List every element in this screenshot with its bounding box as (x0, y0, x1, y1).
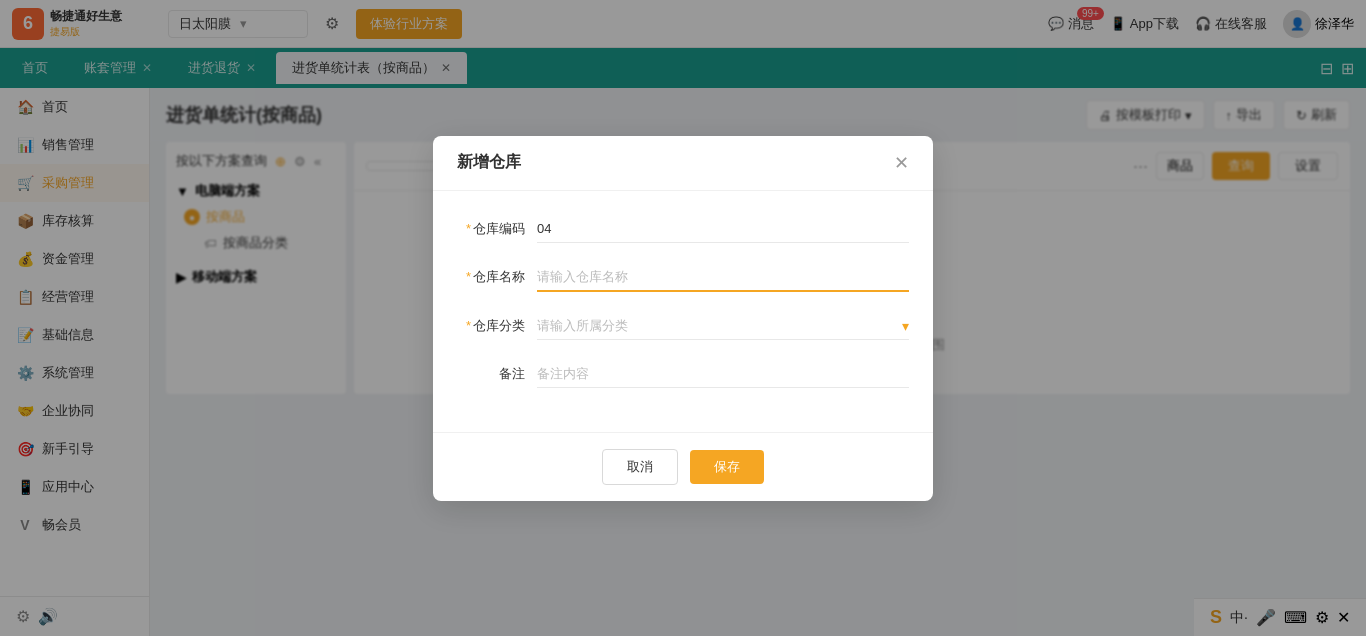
warehouse-remark-row: 备注 (457, 360, 909, 388)
warehouse-code-row: 仓库编码 (457, 215, 909, 243)
modal-title: 新增仓库 (457, 152, 521, 173)
remark-label: 备注 (457, 365, 537, 383)
modal-close-button[interactable]: ✕ (894, 152, 909, 174)
modal-body: 仓库编码 仓库名称 仓库分类 ▾ 备注 (433, 191, 933, 432)
category-select-wrap: ▾ (537, 312, 909, 340)
cancel-button[interactable]: 取消 (602, 449, 678, 485)
warehouse-name-row: 仓库名称 (457, 263, 909, 292)
modal-header: 新增仓库 ✕ (433, 136, 933, 191)
warehouse-code-input[interactable] (537, 215, 909, 243)
add-warehouse-modal: 新增仓库 ✕ 仓库编码 仓库名称 仓库分类 ▾ (433, 136, 933, 501)
category-label: 仓库分类 (457, 317, 537, 335)
modal-overlay: 新增仓库 ✕ 仓库编码 仓库名称 仓库分类 ▾ (0, 0, 1366, 636)
warehouse-category-input[interactable] (537, 312, 909, 340)
warehouse-remark-input[interactable] (537, 360, 909, 388)
warehouse-name-input[interactable] (537, 263, 909, 292)
code-label: 仓库编码 (457, 220, 537, 238)
save-button[interactable]: 保存 (690, 450, 764, 484)
modal-footer: 取消 保存 (433, 432, 933, 501)
warehouse-category-row: 仓库分类 ▾ (457, 312, 909, 340)
name-label: 仓库名称 (457, 268, 537, 286)
